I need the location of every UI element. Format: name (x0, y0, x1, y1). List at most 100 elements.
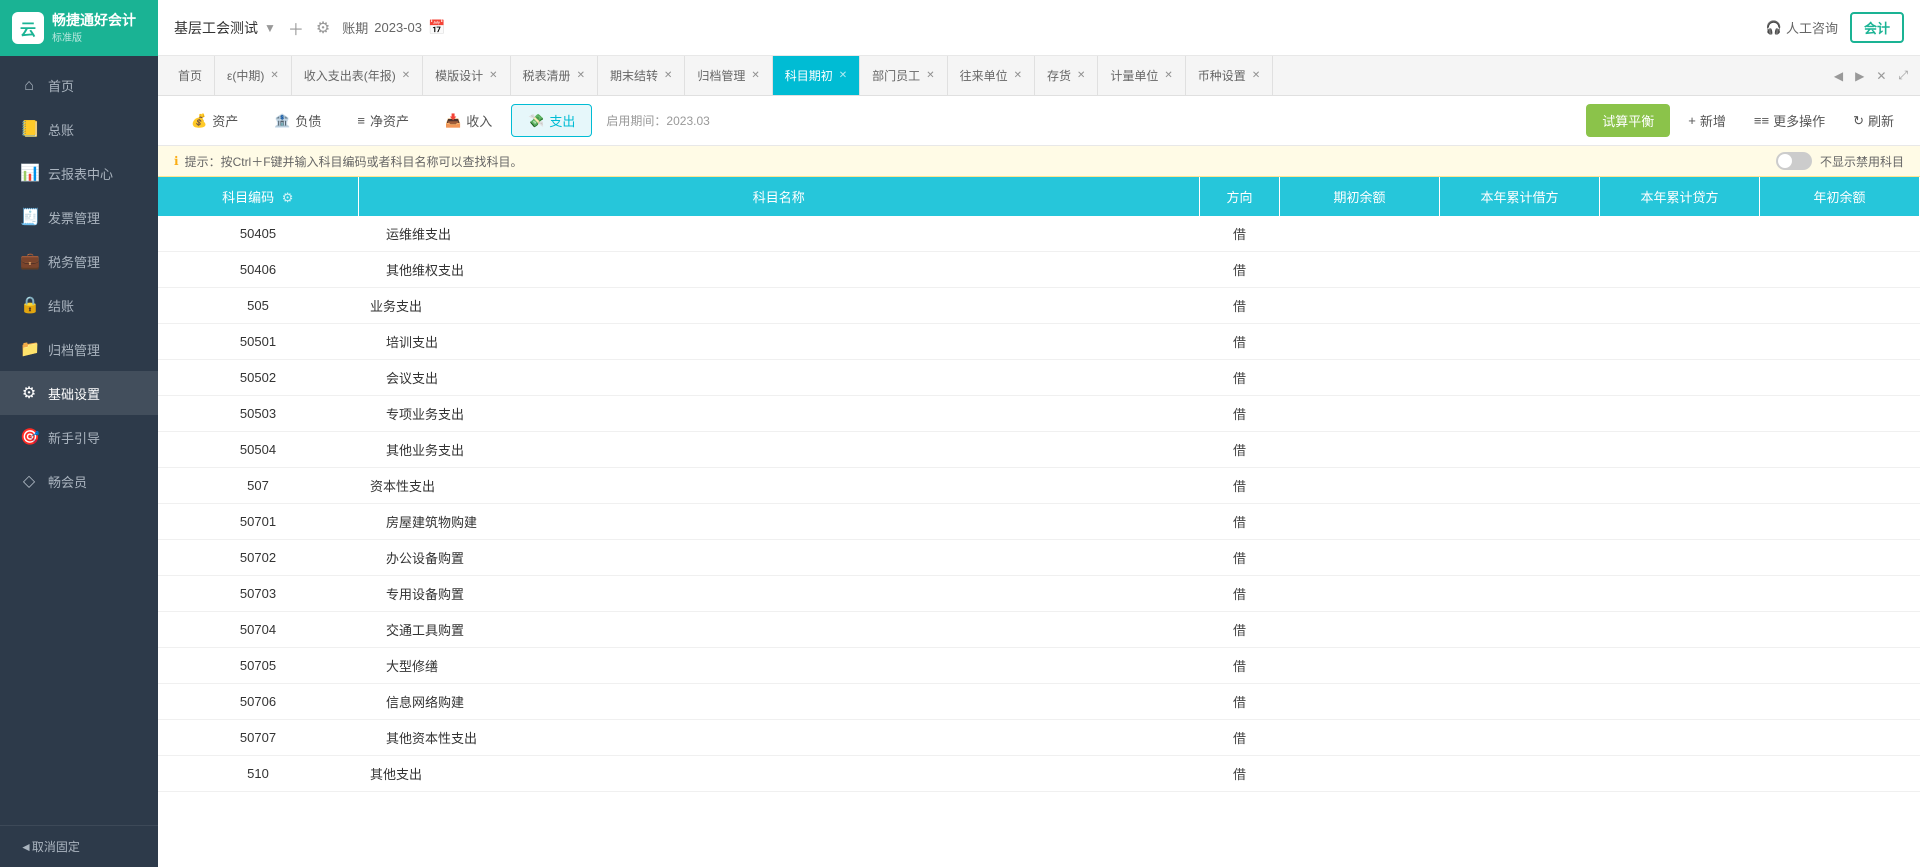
header-name: 科目名称 (358, 177, 1200, 216)
table-row[interactable]: 507资本性支出借 (158, 468, 1920, 504)
tab-midterm[interactable]: ε(中期) ✕ (215, 56, 292, 96)
table-row[interactable]: 50504其他业务支出借 (158, 432, 1920, 468)
tab-close-midterm[interactable]: ✕ (270, 70, 278, 81)
tab-tax-table[interactable]: 税表清册 ✕ (511, 56, 598, 96)
cell-debit (1440, 648, 1600, 684)
table-row[interactable]: 510其他支出借 (158, 756, 1920, 792)
tab-close-unit[interactable]: ✕ (1164, 70, 1172, 81)
guide-icon: 🎯 (20, 427, 38, 447)
cell-direction: 借 (1200, 216, 1280, 252)
table-row[interactable]: 50503专项业务支出借 (158, 396, 1920, 432)
cat-tab-expense[interactable]: 💸 支出 (511, 104, 592, 137)
sidebar-collapse-btn[interactable]: ◄取消固定 (0, 825, 158, 867)
user-role-button[interactable]: 会计 (1850, 12, 1904, 43)
tab-label-currency: 币种设置 (1198, 67, 1246, 84)
cell-year-balance (1760, 396, 1920, 432)
tab-home[interactable]: 首页 (166, 56, 215, 96)
tab-next-button[interactable]: ▶ (1851, 65, 1868, 87)
refresh-button[interactable]: ↻ 刷新 (1843, 105, 1904, 136)
cell-year-balance (1760, 648, 1920, 684)
disable-toggle[interactable] (1776, 152, 1812, 170)
sidebar-item-ledger[interactable]: 📒 总账 (0, 107, 158, 151)
tab-close-template[interactable]: ✕ (489, 70, 497, 81)
calendar-icon[interactable]: 📅 (428, 19, 445, 36)
sidebar-item-settings[interactable]: ⚙ 基础设置 (0, 371, 158, 415)
cell-debit (1440, 612, 1600, 648)
table-row[interactable]: 50502会议支出借 (158, 360, 1920, 396)
table-row[interactable]: 50705大型修缮借 (158, 648, 1920, 684)
header-balance: 期初余额 (1280, 177, 1440, 216)
column-settings-icon[interactable]: ⚙ (282, 190, 294, 205)
ledger-icon: 📒 (20, 119, 38, 139)
table-row[interactable]: 50702办公设备购置借 (158, 540, 1920, 576)
refresh-label: 刷新 (1868, 111, 1894, 130)
tab-prev-button[interactable]: ◀ (1830, 65, 1847, 87)
company-selector[interactable]: 基层工会测试 ▼ (174, 18, 276, 38)
tab-close-counterparty[interactable]: ✕ (1014, 70, 1022, 81)
calc-balance-button[interactable]: 试算平衡 (1586, 104, 1670, 137)
cat-tab-asset[interactable]: 💰 资产 (174, 104, 255, 137)
app-name: 畅捷通好会计 (52, 12, 136, 29)
cell-name: 交通工具购置 (358, 612, 1200, 648)
sidebar-item-reports[interactable]: 📊 云报表中心 (0, 151, 158, 195)
add-button[interactable]: + 新增 (1678, 105, 1736, 136)
table-row[interactable]: 50706信息网络购建借 (158, 684, 1920, 720)
tab-unit[interactable]: 计量单位 ✕ (1098, 56, 1185, 96)
table-row[interactable]: 50405运维维支出借 (158, 216, 1920, 252)
cat-tab-liability[interactable]: 🏦 负债 (257, 104, 338, 137)
tab-close-period-end[interactable]: ✕ (664, 70, 672, 81)
cell-balance (1280, 396, 1440, 432)
add-tab-button[interactable]: ＋ (288, 16, 304, 40)
cell-direction: 借 (1200, 504, 1280, 540)
tab-close-currency[interactable]: ✕ (1252, 70, 1260, 81)
cell-year-balance (1760, 540, 1920, 576)
tax-icon: 💼 (20, 251, 38, 271)
tab-close-all-button[interactable]: ✕ (1872, 65, 1890, 87)
sidebar-item-tax[interactable]: 💼 税务管理 (0, 239, 158, 283)
table-row[interactable]: 50501培训支出借 (158, 324, 1920, 360)
cell-code: 50701 (158, 504, 358, 540)
tab-template[interactable]: 模版设计 ✕ (423, 56, 510, 96)
tab-close-archive[interactable]: ✕ (751, 70, 759, 81)
help-button[interactable]: 🎧 人工咨询 (1766, 18, 1838, 37)
tab-close-inventory[interactable]: ✕ (1077, 70, 1085, 81)
tab-close-tax-table[interactable]: ✕ (577, 70, 585, 81)
cell-code: 50501 (158, 324, 358, 360)
tab-currency[interactable]: 币种设置 ✕ (1186, 56, 1273, 96)
cat-tab-income[interactable]: 📥 收入 (428, 104, 509, 137)
tab-close-department[interactable]: ✕ (926, 70, 934, 81)
tab-income-report[interactable]: 收入支出表(年报) ✕ (292, 56, 423, 96)
table-row[interactable]: 50701房屋建筑物购建借 (158, 504, 1920, 540)
sidebar-item-guide[interactable]: 🎯 新手引导 (0, 415, 158, 459)
tab-subject-init[interactable]: 科目期初 ✕ (773, 56, 860, 96)
header-code: 科目编码 ⚙ (158, 177, 358, 216)
table-row[interactable]: 505业务支出借 (158, 288, 1920, 324)
sidebar-item-home[interactable]: ⌂ 首页 (0, 64, 158, 107)
tab-counterparty[interactable]: 往来单位 ✕ (948, 56, 1035, 96)
settings-button[interactable]: ⚙ (316, 18, 330, 38)
table-row[interactable]: 50704交通工具购置借 (158, 612, 1920, 648)
tabbar-navigation: ◀ ▶ ✕ ⤢ (1830, 64, 1912, 87)
cell-credit (1600, 504, 1760, 540)
tab-inventory[interactable]: 存货 ✕ (1035, 56, 1098, 96)
tab-close-income-report[interactable]: ✕ (402, 70, 410, 81)
more-actions-button[interactable]: ≡≡ 更多操作 (1744, 105, 1835, 136)
cell-debit (1440, 432, 1600, 468)
sidebar-item-member[interactable]: ◇ 畅会员 (0, 459, 158, 503)
tab-period-end[interactable]: 期末结转 ✕ (598, 56, 685, 96)
tab-department[interactable]: 部门员工 ✕ (860, 56, 947, 96)
sidebar-item-invoice[interactable]: 🧾 发票管理 (0, 195, 158, 239)
cat-tab-net-asset[interactable]: ≡ 净资产 (340, 104, 426, 137)
sidebar-item-archive[interactable]: 📁 归档管理 (0, 327, 158, 371)
table-row[interactable]: 50406其他维权支出借 (158, 252, 1920, 288)
table-row[interactable]: 50703专用设备购置借 (158, 576, 1920, 612)
tab-expand-button[interactable]: ⤢ (1894, 64, 1912, 87)
topbar: 基层工会测试 ▼ ＋ ⚙ 账期 2023-03 📅 🎧 人工咨询 会计 (158, 0, 1920, 56)
tab-label-tax-table: 税表清册 (523, 67, 571, 84)
sidebar-item-close[interactable]: 🔒 结账 (0, 283, 158, 327)
cell-debit (1440, 756, 1600, 792)
table-row[interactable]: 50707其他资本性支出借 (158, 720, 1920, 756)
tab-close-subject-init[interactable]: ✕ (839, 70, 847, 81)
cell-debit (1440, 324, 1600, 360)
tab-archive[interactable]: 归档管理 ✕ (685, 56, 772, 96)
